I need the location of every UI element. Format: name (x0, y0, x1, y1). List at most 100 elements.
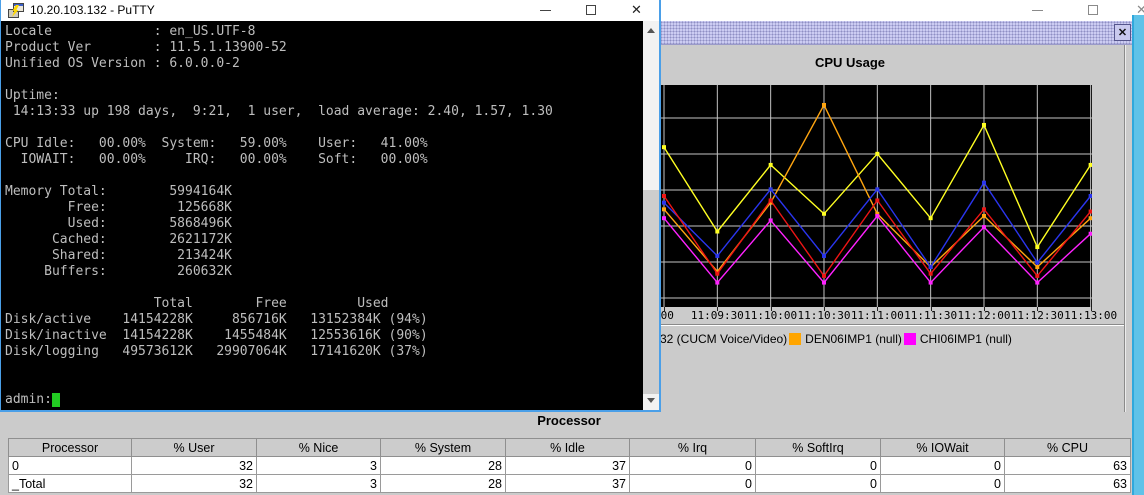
legend-label: 32 (CUCM Voice/Video) (660, 332, 787, 346)
data-point (1035, 265, 1039, 269)
table-cell: 28 (381, 457, 506, 475)
table-cell: 3 (257, 457, 381, 475)
frame-close-icon[interactable]: ✕ (1114, 24, 1131, 41)
table-cell: 0 (881, 457, 1005, 475)
data-point (1089, 232, 1092, 236)
data-point (929, 281, 933, 285)
table-cell: 0 (9, 457, 132, 475)
column-header[interactable]: % Idle (506, 439, 630, 457)
legend-swatch (789, 333, 801, 345)
data-point (769, 198, 773, 202)
data-point (822, 274, 826, 278)
terminal-scrollbar[interactable] (643, 21, 659, 410)
chart-legend: 32 (CUCM Voice/Video) DEN06IMP1 (null) CHI… (655, 324, 1124, 352)
terminal-cursor (52, 393, 60, 407)
table-cell: _Total (9, 475, 132, 493)
data-point (662, 201, 666, 205)
data-point (715, 281, 719, 285)
scroll-down-icon[interactable] (647, 398, 655, 403)
legend-label: CHI06IMP1 (null) (920, 332, 1012, 346)
processor-table: Processor% User% Nice% System% Idle% Irq… (8, 438, 1131, 493)
minimize-icon[interactable] (540, 10, 551, 11)
table-cell: 37 (506, 475, 630, 493)
data-point (982, 123, 986, 127)
maximize-icon[interactable] (586, 5, 596, 15)
data-point (822, 281, 826, 285)
data-point (982, 214, 986, 218)
data-point (1089, 163, 1092, 167)
table-cell: 28 (381, 475, 506, 493)
panel-border (1124, 45, 1126, 412)
legend-label: DEN06IMP1 (null) (805, 332, 902, 346)
column-header[interactable]: % IOWait (881, 439, 1005, 457)
terminal[interactable]: Locale : en_US.UTF-8 Product Ver : 11.5.… (1, 21, 659, 410)
data-point (929, 272, 933, 276)
column-header[interactable]: % CPU (1005, 439, 1131, 457)
column-header[interactable]: % System (381, 439, 506, 457)
table-cell: 0 (756, 475, 881, 493)
data-point (1035, 274, 1039, 278)
data-point (875, 214, 879, 218)
x-tick-label: 11:13:00 (1060, 309, 1122, 322)
data-point (929, 265, 933, 269)
table-row[interactable]: _Total323283700063 (9, 475, 1131, 493)
data-point (662, 207, 666, 211)
data-point (982, 207, 986, 211)
data-point (1035, 261, 1039, 265)
terminal-output: Locale : en_US.UTF-8 Product Ver : 11.5.… (5, 24, 553, 376)
maximize-icon[interactable] (1088, 5, 1098, 15)
scrollbar-thumb[interactable] (643, 190, 659, 394)
table-cell: 0 (630, 457, 756, 475)
data-point (715, 254, 719, 258)
chart-frame-titlebar[interactable]: ✕ (600, 20, 1132, 45)
data-point (1035, 281, 1039, 285)
table-header-row: Processor% User% Nice% System% Idle% Irq… (9, 439, 1131, 457)
data-point (1089, 216, 1092, 220)
scroll-up-icon[interactable] (647, 28, 655, 33)
column-header[interactable]: Processor (9, 439, 132, 457)
putty-app-icon (8, 3, 24, 18)
data-point (769, 163, 773, 167)
column-header[interactable]: % Nice (257, 439, 381, 457)
data-point (1089, 194, 1092, 198)
table-cell: 32 (132, 457, 257, 475)
putty-window-title: 10.20.103.132 - PuTTY (30, 3, 155, 17)
table-cell: 0 (881, 475, 1005, 493)
chart-plot-area (610, 85, 1092, 307)
data-point (1089, 210, 1092, 214)
data-point (769, 218, 773, 222)
data-point (715, 230, 719, 234)
data-point (982, 181, 986, 185)
table-cell: 63 (1005, 457, 1131, 475)
table-cell: 37 (506, 457, 630, 475)
table-cell: 0 (630, 475, 756, 493)
data-point (662, 194, 666, 198)
data-point (982, 225, 986, 229)
table-cell: 3 (257, 475, 381, 493)
table-cell: 63 (1005, 475, 1131, 493)
screen: ✕ ✕ CPU Usage :0011:09:3011:10:0011:10:3… (0, 0, 1144, 495)
column-header[interactable]: % SoftIrq (756, 439, 881, 457)
data-point (822, 212, 826, 216)
chart-title: CPU Usage (760, 55, 940, 70)
processor-panel-title: Processor (0, 413, 1138, 428)
terminal-prompt: admin: (5, 392, 52, 407)
close-icon[interactable]: ✕ (631, 2, 642, 18)
data-point (662, 145, 666, 149)
putty-window: 10.20.103.132 - PuTTY ✕ Locale : en_US.U… (0, 0, 661, 412)
table-row[interactable]: 0323283700063 (9, 457, 1131, 475)
cpu-usage-chart (610, 85, 1092, 307)
putty-titlebar[interactable]: 10.20.103.132 - PuTTY ✕ (1, 0, 659, 21)
column-header[interactable]: % Irq (630, 439, 756, 457)
data-point (875, 198, 879, 202)
data-point (875, 152, 879, 156)
table-cell: 32 (132, 475, 257, 493)
data-point (715, 272, 719, 276)
data-point (662, 216, 666, 220)
minimize-icon[interactable] (1032, 10, 1043, 11)
data-point (822, 103, 826, 107)
column-header[interactable]: % User (132, 439, 257, 457)
table-cell: 0 (756, 457, 881, 475)
data-point (1035, 245, 1039, 249)
data-point (929, 216, 933, 220)
